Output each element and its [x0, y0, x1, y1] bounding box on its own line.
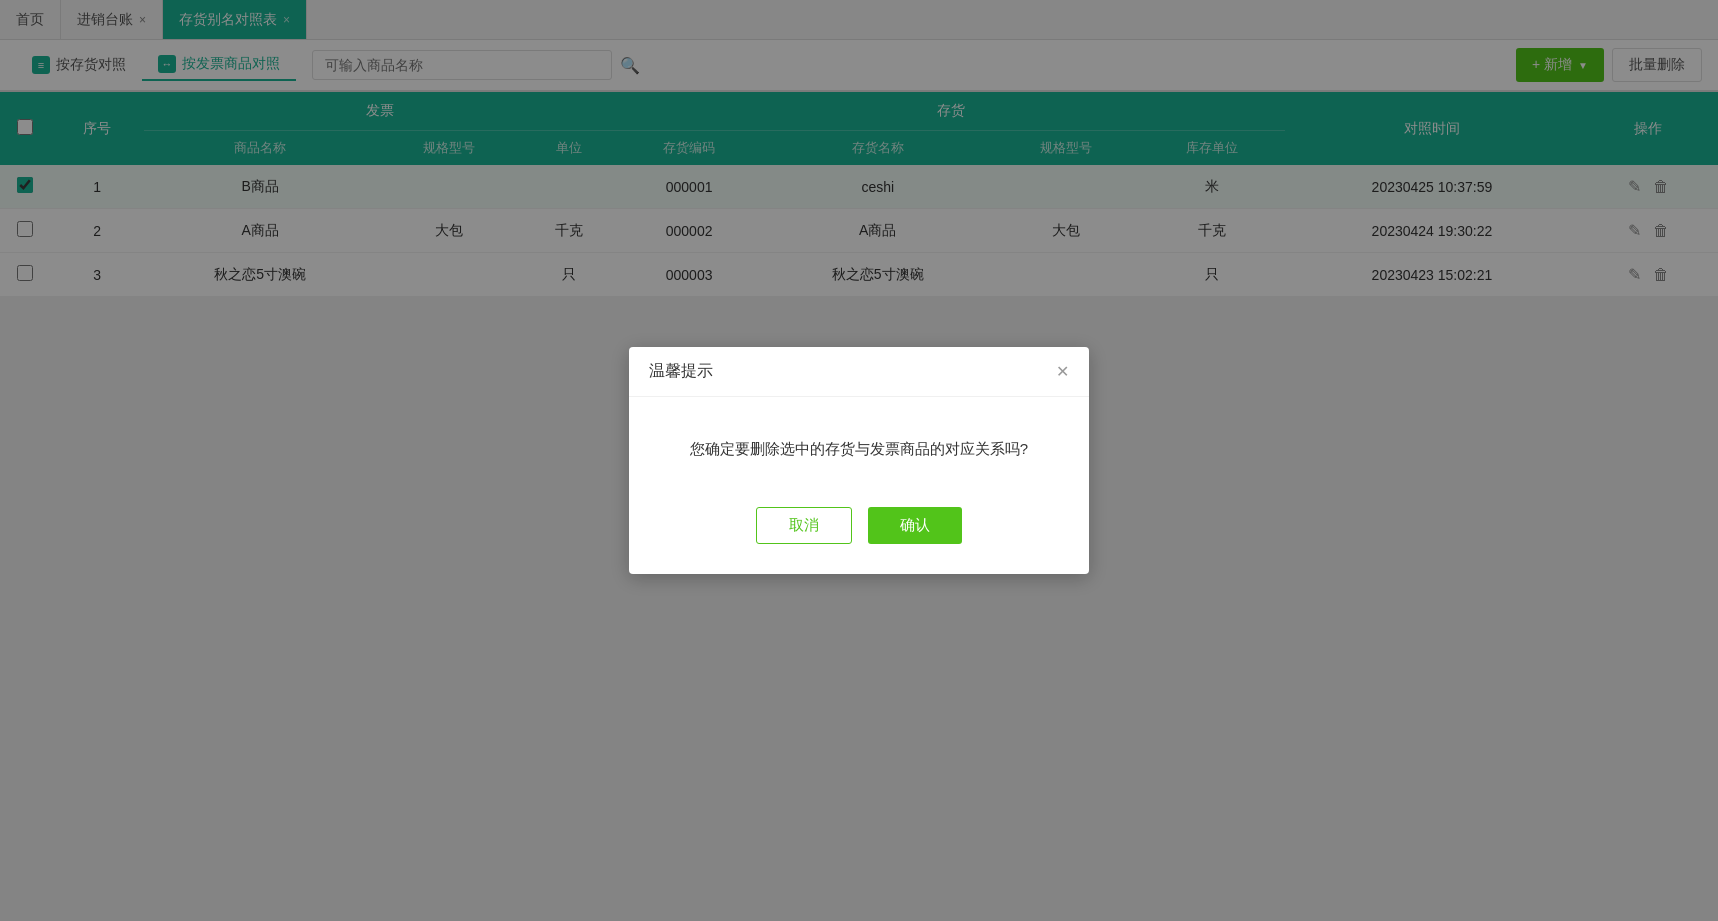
modal-overlay: 温馨提示 ✕ 您确定要删除选中的存货与发票商品的对应关系吗? 取消 确认 — [0, 0, 1718, 297]
